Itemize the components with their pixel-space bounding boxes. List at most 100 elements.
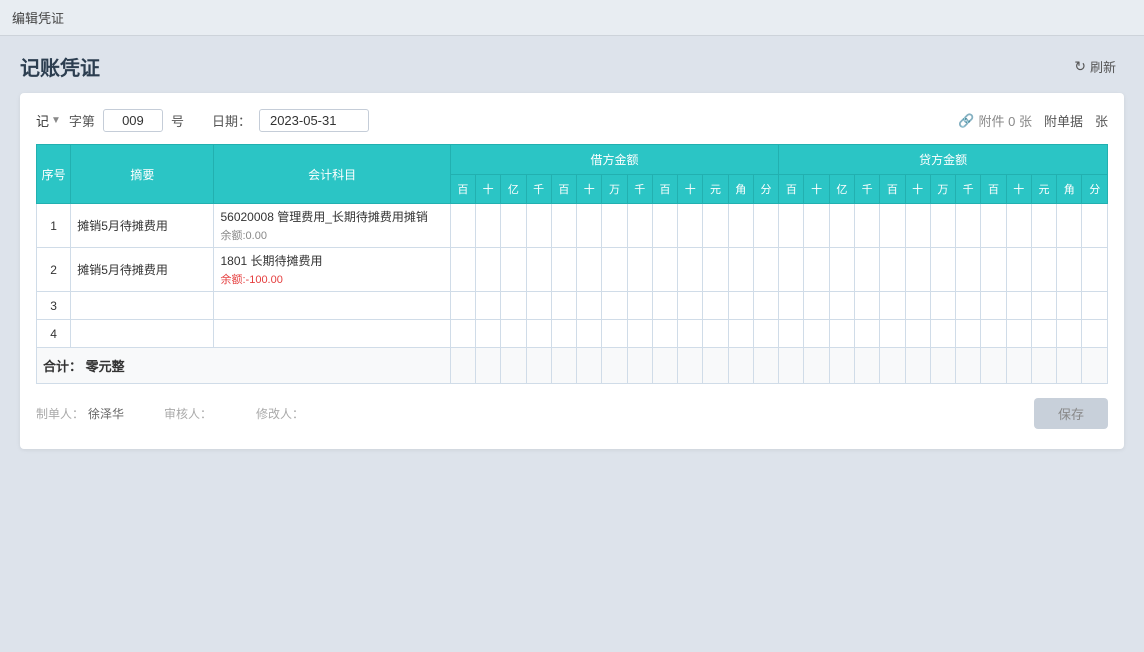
row3-d2[interactable] [501, 292, 526, 320]
row2-c7[interactable] [956, 248, 981, 292]
row3-d12[interactable] [753, 292, 778, 320]
row3-c11[interactable] [1057, 292, 1082, 320]
row3-d7[interactable] [627, 292, 652, 320]
row2-c9[interactable] [1006, 248, 1031, 292]
row4-account[interactable] [214, 320, 450, 348]
row4-d10[interactable] [703, 320, 728, 348]
row4-c9[interactable] [1006, 320, 1031, 348]
row1-d1[interactable] [476, 204, 501, 248]
row1-c8[interactable] [981, 204, 1006, 248]
row1-d10[interactable] [703, 204, 728, 248]
row1-c10[interactable] [1031, 204, 1056, 248]
row3-d4[interactable] [551, 292, 576, 320]
row3-c3[interactable] [854, 292, 879, 320]
row2-d0[interactable] [450, 248, 475, 292]
row1-c9[interactable] [1006, 204, 1031, 248]
row2-c12[interactable] [1082, 248, 1108, 292]
row1-c2[interactable] [829, 204, 854, 248]
row1-d9[interactable] [678, 204, 703, 248]
row4-c0[interactable] [779, 320, 804, 348]
row4-d12[interactable] [753, 320, 778, 348]
row3-d5[interactable] [577, 292, 602, 320]
row1-d4[interactable] [551, 204, 576, 248]
attachment-link[interactable]: 🔗 附件 0 张 [958, 111, 1032, 130]
row3-d11[interactable] [728, 292, 753, 320]
row4-c12[interactable] [1082, 320, 1108, 348]
row2-c10[interactable] [1031, 248, 1056, 292]
row2-d4[interactable] [551, 248, 576, 292]
row4-d7[interactable] [627, 320, 652, 348]
row4-d2[interactable] [501, 320, 526, 348]
save-button[interactable]: 保存 [1034, 398, 1108, 429]
row2-d1[interactable] [476, 248, 501, 292]
row2-account[interactable]: 1801 长期待摊费用 余额:-100.00 [214, 248, 450, 292]
row2-d5[interactable] [577, 248, 602, 292]
row2-d7[interactable] [627, 248, 652, 292]
row4-d6[interactable] [602, 320, 627, 348]
row4-c3[interactable] [854, 320, 879, 348]
row1-c0[interactable] [779, 204, 804, 248]
row4-d0[interactable] [450, 320, 475, 348]
row1-c11[interactable] [1057, 204, 1082, 248]
voucher-number-input[interactable] [103, 109, 163, 132]
row3-d0[interactable] [450, 292, 475, 320]
row3-d10[interactable] [703, 292, 728, 320]
row3-c5[interactable] [905, 292, 930, 320]
row4-d3[interactable] [526, 320, 551, 348]
row1-d2[interactable] [501, 204, 526, 248]
row1-c6[interactable] [930, 204, 955, 248]
row3-d3[interactable] [526, 292, 551, 320]
row4-abstract[interactable] [71, 320, 214, 348]
row4-c7[interactable] [956, 320, 981, 348]
row1-c4[interactable] [880, 204, 905, 248]
row3-c9[interactable] [1006, 292, 1031, 320]
row4-d11[interactable] [728, 320, 753, 348]
row2-c3[interactable] [854, 248, 879, 292]
ji-select[interactable]: 记 ▼ [36, 111, 61, 130]
row2-c0[interactable] [779, 248, 804, 292]
row4-c2[interactable] [829, 320, 854, 348]
row1-c7[interactable] [956, 204, 981, 248]
row2-d10[interactable] [703, 248, 728, 292]
row4-c5[interactable] [905, 320, 930, 348]
row3-c0[interactable] [779, 292, 804, 320]
row2-d8[interactable] [652, 248, 677, 292]
row3-c10[interactable] [1031, 292, 1056, 320]
row2-d6[interactable] [602, 248, 627, 292]
row1-abstract[interactable]: 摊销5月待摊费用 [71, 204, 214, 248]
row3-c8[interactable] [981, 292, 1006, 320]
row1-d8[interactable] [652, 204, 677, 248]
row4-c8[interactable] [981, 320, 1006, 348]
row3-abstract[interactable] [71, 292, 214, 320]
row3-d1[interactable] [476, 292, 501, 320]
row3-d8[interactable] [652, 292, 677, 320]
row2-c4[interactable] [880, 248, 905, 292]
row3-d6[interactable] [602, 292, 627, 320]
refresh-button[interactable]: ↻ 刷新 [1066, 53, 1124, 80]
row1-d7[interactable] [627, 204, 652, 248]
date-input[interactable] [259, 109, 369, 132]
row1-c3[interactable] [854, 204, 879, 248]
row1-d0[interactable] [450, 204, 475, 248]
row3-c1[interactable] [804, 292, 829, 320]
row3-c2[interactable] [829, 292, 854, 320]
row1-d6[interactable] [602, 204, 627, 248]
row4-d8[interactable] [652, 320, 677, 348]
row2-c5[interactable] [905, 248, 930, 292]
row1-d3[interactable] [526, 204, 551, 248]
row2-abstract[interactable]: 摊销5月待摊费用 [71, 248, 214, 292]
row1-c5[interactable] [905, 204, 930, 248]
row2-c1[interactable] [804, 248, 829, 292]
row4-c10[interactable] [1031, 320, 1056, 348]
row4-c11[interactable] [1057, 320, 1082, 348]
row1-d12[interactable] [753, 204, 778, 248]
row4-d4[interactable] [551, 320, 576, 348]
row1-d11[interactable] [728, 204, 753, 248]
row3-c6[interactable] [930, 292, 955, 320]
row4-d1[interactable] [476, 320, 501, 348]
row4-c6[interactable] [930, 320, 955, 348]
row4-d5[interactable] [577, 320, 602, 348]
row4-c1[interactable] [804, 320, 829, 348]
attachment-single-label[interactable]: 附单据 [1044, 111, 1083, 130]
row2-d12[interactable] [753, 248, 778, 292]
